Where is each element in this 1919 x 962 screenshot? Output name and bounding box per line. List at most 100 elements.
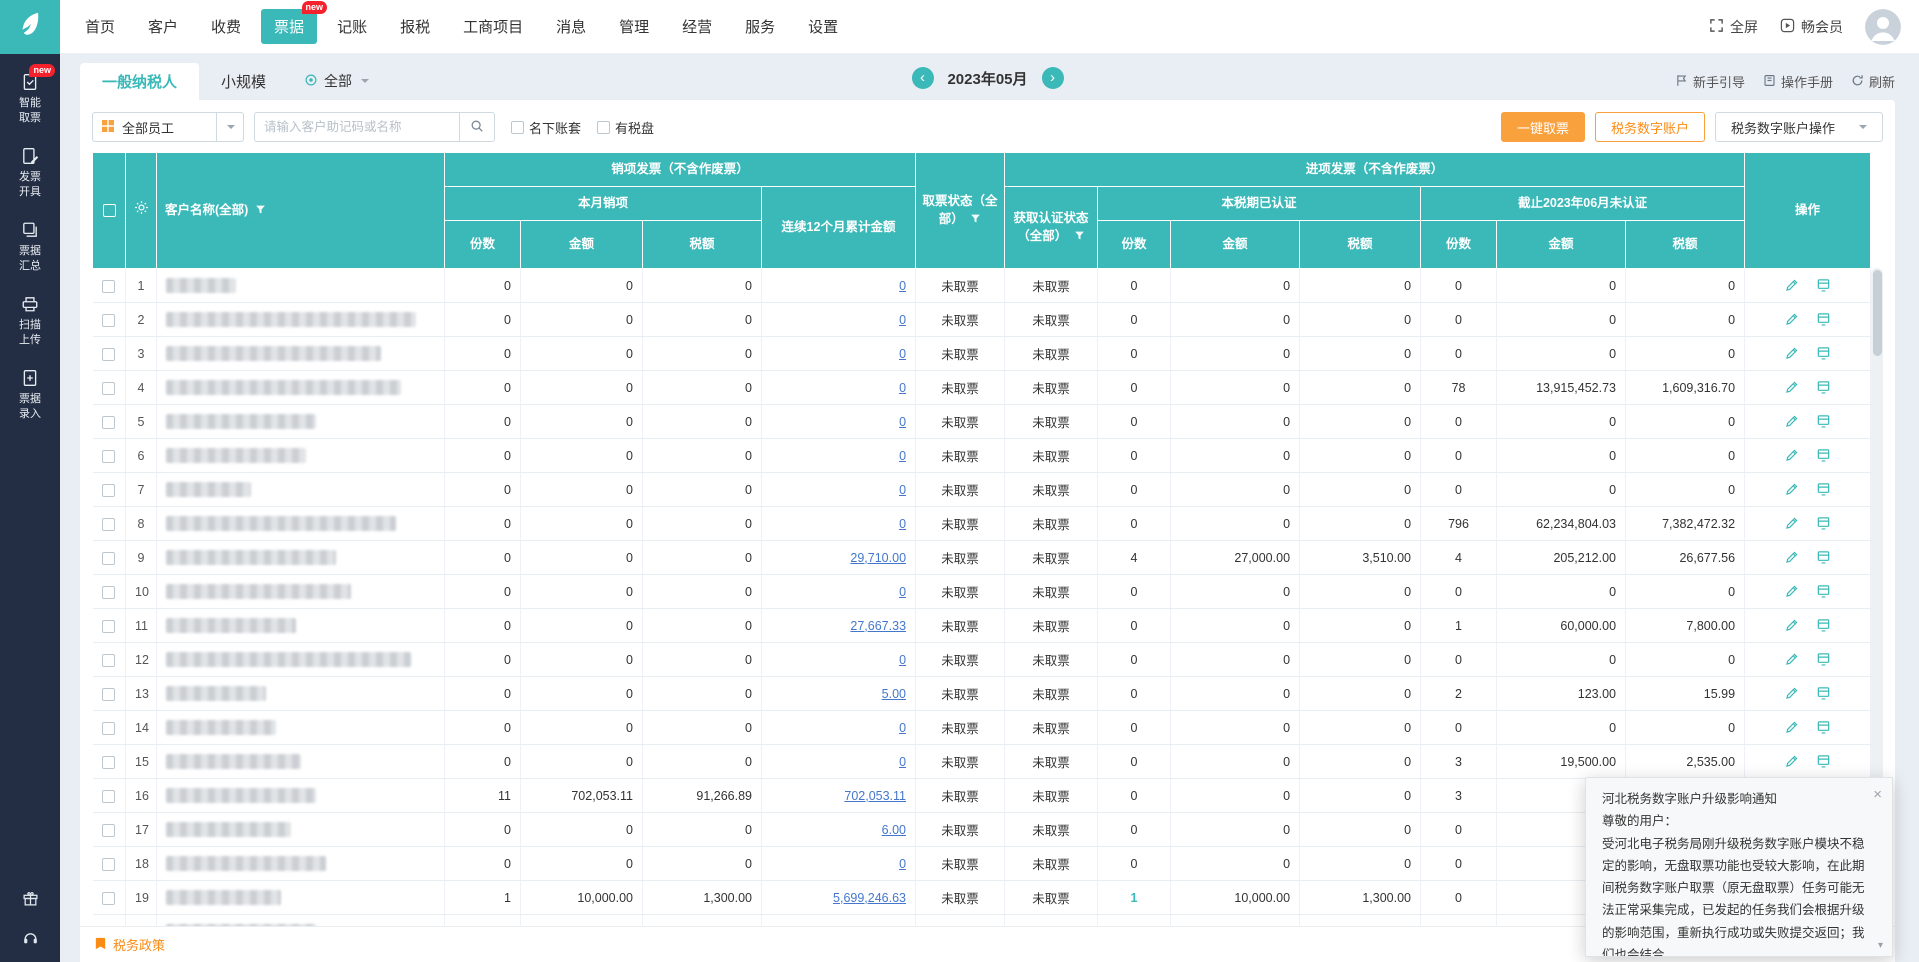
row-checkbox[interactable]	[102, 789, 116, 803]
edit-icon[interactable]	[1784, 312, 1799, 327]
cumulative-amount-link[interactable]: 0	[899, 449, 906, 463]
nav-item-management[interactable]: 管理	[606, 9, 662, 44]
link-guide[interactable]: 新手引导	[1675, 72, 1745, 91]
receipt-icon[interactable]	[1816, 550, 1831, 565]
receipt-icon[interactable]	[1816, 278, 1831, 293]
receipt-icon[interactable]	[1816, 482, 1831, 497]
th-ticket-status[interactable]: 取票状态（全部）	[915, 152, 1006, 269]
receipt-icon[interactable]	[1816, 414, 1831, 429]
sidebar-item-invoice-issue[interactable]: 发票开具	[0, 136, 60, 210]
nav-item-tax-filing[interactable]: 报税	[387, 9, 443, 44]
row-checkbox[interactable]	[102, 381, 116, 395]
row-checkbox[interactable]	[102, 279, 116, 293]
nav-item-settings[interactable]: 设置	[795, 9, 851, 44]
receipt-icon[interactable]	[1816, 516, 1831, 531]
receipt-icon[interactable]	[1816, 346, 1831, 361]
checkbox-box[interactable]	[597, 120, 611, 134]
row-checkbox[interactable]	[102, 517, 116, 531]
nav-item-bookkeeping[interactable]: 记账	[324, 9, 380, 44]
scrollbar-thumb[interactable]	[1872, 270, 1882, 356]
sidebar-item-invoice-entry[interactable]: 票据录入	[0, 358, 60, 432]
link-manual[interactable]: 操作手册	[1763, 72, 1833, 91]
cumulative-amount-link[interactable]: 0	[899, 653, 906, 667]
tax-account-button[interactable]: 税务数字账户	[1594, 112, 1705, 142]
cumulative-amount-link[interactable]: 5.00	[882, 687, 906, 701]
checkbox-has-tax-disk[interactable]: 有税盘	[597, 118, 654, 137]
row-checkbox[interactable]	[102, 755, 116, 769]
cumulative-amount-link[interactable]: 0	[899, 721, 906, 735]
nav-item-invoices[interactable]: 票据 new	[261, 1, 328, 44]
th-column-settings[interactable]	[125, 152, 157, 269]
row-checkbox[interactable]	[102, 687, 116, 701]
row-checkbox[interactable]	[102, 449, 116, 463]
scope-select[interactable]: 全部	[304, 71, 370, 100]
row-checkbox[interactable]	[102, 551, 116, 565]
row-checkbox[interactable]	[102, 823, 116, 837]
edit-icon[interactable]	[1784, 380, 1799, 395]
checkbox-own-accounts[interactable]: 名下账套	[511, 118, 581, 137]
row-checkbox[interactable]	[102, 347, 116, 361]
cumulative-amount-link[interactable]: 0	[899, 517, 906, 531]
notification-scroll-down-icon[interactable]: ▾	[1878, 937, 1883, 955]
cumulative-amount-link[interactable]: 29,710.00	[850, 551, 906, 565]
tax-policy-link[interactable]: 税务政策	[94, 935, 165, 954]
row-checkbox[interactable]	[102, 857, 116, 871]
edit-icon[interactable]	[1784, 550, 1799, 565]
sidebar-item-scan-upload[interactable]: 扫描上传	[0, 284, 60, 358]
receipt-icon[interactable]	[1816, 380, 1831, 395]
link-refresh[interactable]: 刷新	[1851, 72, 1895, 91]
sidebar-item-invoice-summary[interactable]: 票据汇总	[0, 210, 60, 284]
cumulative-amount-link[interactable]: 0	[899, 483, 906, 497]
nav-item-customers[interactable]: 客户	[135, 9, 191, 44]
edit-icon[interactable]	[1784, 346, 1799, 361]
tab-small-scale[interactable]: 小规模	[199, 63, 288, 100]
promotion-gift-icon[interactable]	[22, 890, 39, 907]
receipt-icon[interactable]	[1816, 720, 1831, 735]
edit-icon[interactable]	[1784, 618, 1799, 633]
cumulative-amount-link[interactable]: 0	[899, 313, 906, 327]
th-select-all[interactable]	[92, 152, 126, 269]
edit-icon[interactable]	[1784, 652, 1799, 667]
th-customer-name[interactable]: 客户名称(全部)	[156, 152, 445, 269]
receipt-icon[interactable]	[1816, 312, 1831, 327]
nav-item-billing[interactable]: 收费	[198, 9, 254, 44]
cumulative-amount-link[interactable]: 0	[899, 857, 906, 871]
row-checkbox[interactable]	[102, 619, 116, 633]
cumulative-amount-link[interactable]: 702,053.11	[844, 789, 906, 803]
row-checkbox[interactable]	[102, 585, 116, 599]
close-icon[interactable]: ×	[1873, 782, 1882, 809]
fetch-invoices-button[interactable]: 一键取票	[1500, 112, 1585, 142]
row-checkbox[interactable]	[102, 313, 116, 327]
edit-icon[interactable]	[1784, 414, 1799, 429]
row-checkbox[interactable]	[102, 891, 116, 905]
nav-item-business-projects[interactable]: 工商项目	[450, 9, 536, 44]
receipt-icon[interactable]	[1816, 448, 1831, 463]
row-checkbox[interactable]	[102, 721, 116, 735]
cumulative-amount-link[interactable]: 5,699,246.63	[833, 891, 906, 905]
cumulative-amount-link[interactable]: 0	[899, 415, 906, 429]
receipt-icon[interactable]	[1816, 754, 1831, 769]
nav-item-services[interactable]: 服务	[732, 9, 788, 44]
receipt-icon[interactable]	[1816, 584, 1831, 599]
cumulative-amount-link[interactable]: 0	[899, 585, 906, 599]
fullscreen-button[interactable]: 全屏	[1709, 17, 1758, 37]
app-logo[interactable]	[0, 0, 60, 54]
receipt-icon[interactable]	[1816, 652, 1831, 667]
edit-icon[interactable]	[1784, 584, 1799, 599]
employee-select[interactable]: 全部员工	[92, 112, 244, 142]
edit-icon[interactable]	[1784, 686, 1799, 701]
nav-item-home[interactable]: 首页	[72, 9, 128, 44]
tax-account-ops-select[interactable]: 税务数字账户操作	[1715, 112, 1883, 142]
nav-item-operation[interactable]: 经营	[669, 9, 725, 44]
select-all-checkbox[interactable]	[102, 203, 116, 217]
cumulative-amount-link[interactable]: 45,027.00	[850, 925, 906, 927]
cumulative-amount-link[interactable]: 6.00	[882, 823, 906, 837]
edit-icon[interactable]	[1784, 482, 1799, 497]
search-input[interactable]	[254, 112, 459, 142]
month-next-button[interactable]: ›	[1041, 67, 1064, 89]
search-button[interactable]	[459, 112, 495, 142]
row-checkbox[interactable]	[102, 653, 116, 667]
cumulative-amount-link[interactable]: 0	[899, 347, 906, 361]
th-cert-status[interactable]: 获取认证状态（全部）	[1004, 186, 1099, 269]
nav-item-messages[interactable]: 消息	[543, 9, 599, 44]
